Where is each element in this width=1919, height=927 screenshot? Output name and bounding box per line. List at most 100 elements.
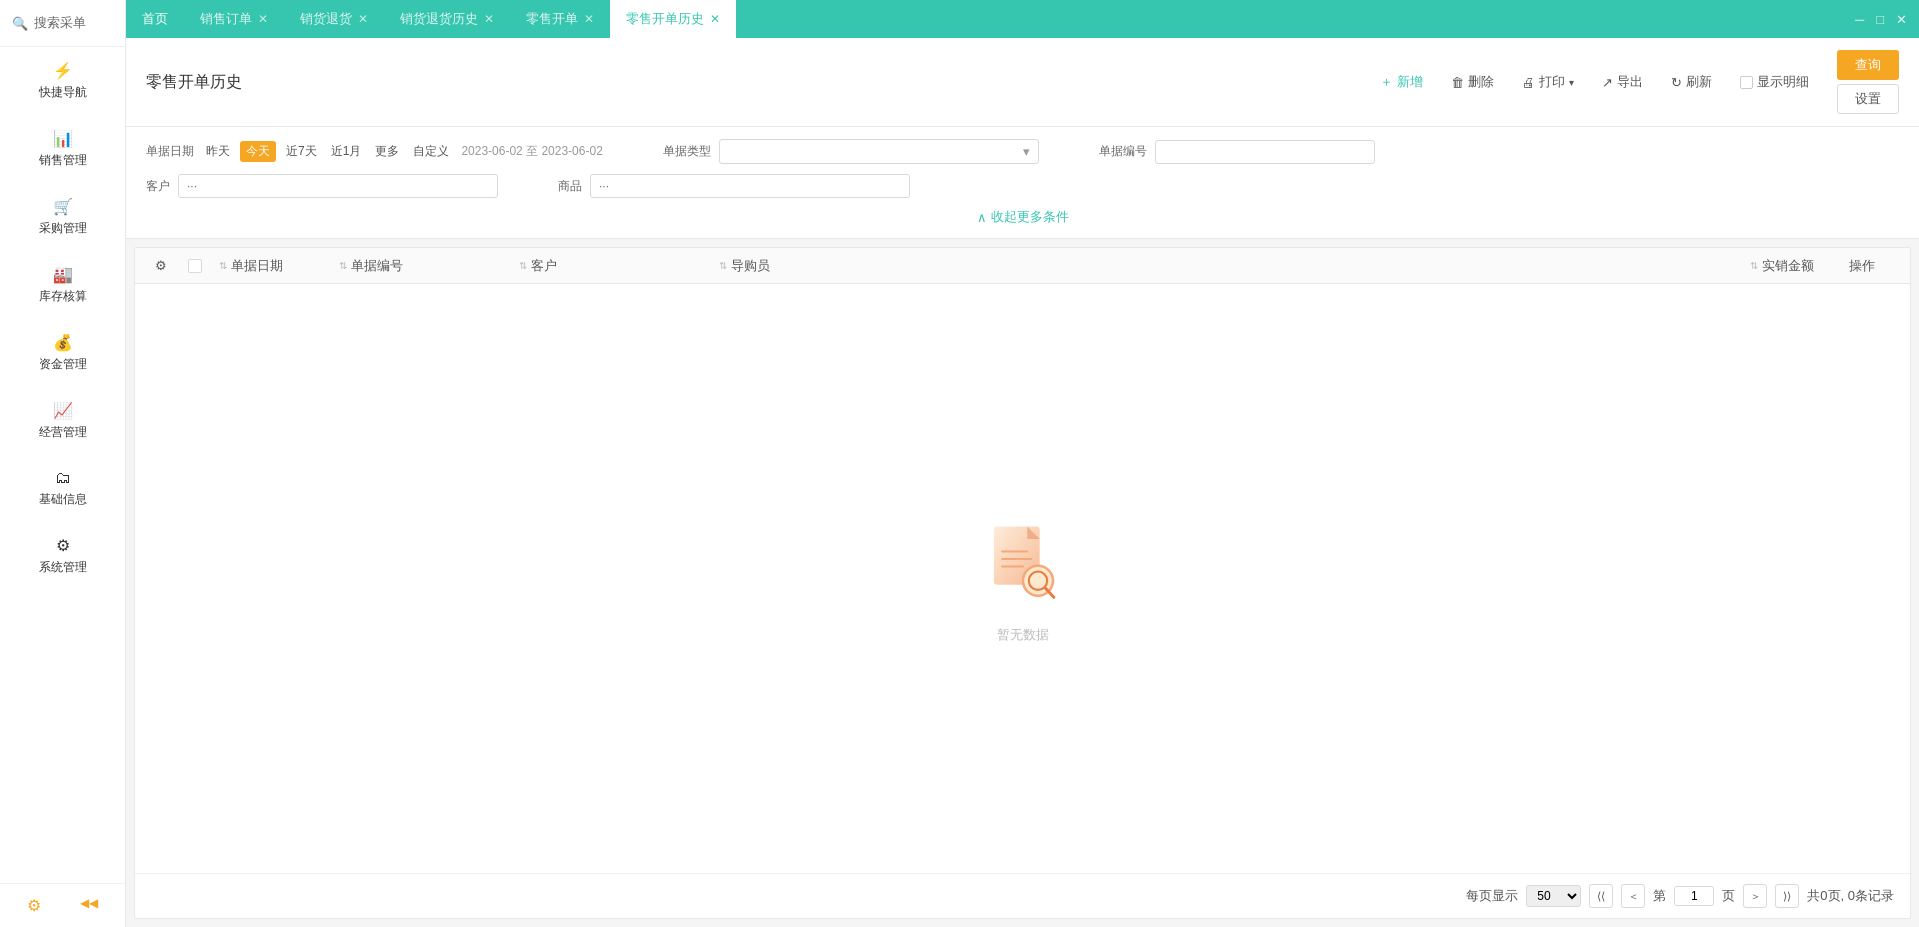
collapse-sidebar-icon[interactable]: ◀◀ bbox=[80, 896, 98, 915]
sidebar-item-label: 快捷导航 bbox=[39, 84, 87, 101]
delete-icon: 🗑 bbox=[1451, 75, 1464, 90]
sort-icon-customer[interactable]: ⇅ bbox=[519, 260, 527, 271]
page-next-btn[interactable]: ＞ bbox=[1743, 884, 1767, 908]
jingying-icon: 📈 bbox=[53, 401, 73, 420]
th-number-label: 单据编号 bbox=[351, 257, 403, 275]
main-area: 首页 销售订单 ✕ 销货退货 ✕ 销货退货历史 ✕ 零售开单 ✕ 零售开单历史 … bbox=[126, 0, 1919, 927]
sidebar-item-kuaijie[interactable]: ⚡ 快捷导航 bbox=[0, 47, 125, 115]
tab-sales-order-label: 销售订单 bbox=[200, 10, 252, 28]
page-number-input[interactable]: 1 bbox=[1674, 886, 1714, 906]
sidebar-item-jichu[interactable]: 🗂 基础信息 bbox=[0, 455, 125, 522]
sidebar-item-zijin[interactable]: 💰 资金管理 bbox=[0, 319, 125, 387]
collapse-bar[interactable]: ∧ 收起更多条件 bbox=[146, 208, 1899, 226]
content-area: 零售开单历史 ＋ 新增 🗑 删除 🖨 打印 ▾ ↗ 导出 bbox=[126, 38, 1919, 927]
th-checkbox[interactable] bbox=[179, 259, 211, 273]
tab-sales-return-history[interactable]: 销货退货历史 ✕ bbox=[384, 0, 510, 38]
empty-text: 暂无数据 bbox=[997, 626, 1049, 644]
column-settings-icon[interactable]: ⚙ bbox=[155, 258, 167, 273]
sort-icon-salesperson[interactable]: ⇅ bbox=[719, 260, 727, 271]
total-text: 共0页, 0条记录 bbox=[1807, 887, 1894, 905]
export-button[interactable]: ↗ 导出 bbox=[1594, 69, 1651, 95]
date-range-display: 2023-06-02 至 2023-06-02 bbox=[461, 143, 602, 160]
doc-number-input-wrap[interactable] bbox=[1155, 140, 1375, 164]
tab-retail-open-history[interactable]: 零售开单历史 ✕ bbox=[610, 0, 736, 38]
doc-type-filter-item: 单据类型 ▾ bbox=[663, 139, 1039, 164]
tab-sales-return-history-label: 销货退货历史 bbox=[400, 10, 478, 28]
tab-home-label: 首页 bbox=[142, 10, 168, 28]
sidebar-item-label: 经营管理 bbox=[39, 424, 87, 441]
add-icon: ＋ bbox=[1380, 73, 1393, 91]
collapse-icon: ∧ bbox=[977, 210, 987, 225]
tab-retail-open-label: 零售开单 bbox=[526, 10, 578, 28]
select-all-checkbox[interactable] bbox=[188, 259, 202, 273]
sidebar-search[interactable]: 🔍 搜索采单 bbox=[0, 0, 125, 47]
set-button[interactable]: 设置 bbox=[1837, 84, 1899, 114]
sort-icon-number[interactable]: ⇅ bbox=[339, 260, 347, 271]
tab-home[interactable]: 首页 bbox=[126, 0, 184, 38]
sidebar-item-jingying[interactable]: 📈 经营管理 bbox=[0, 387, 125, 455]
tab-close-icon[interactable]: ✕ bbox=[584, 12, 594, 26]
xitong-icon: ⚙ bbox=[56, 536, 70, 555]
th-settings[interactable]: ⚙ bbox=[143, 258, 179, 273]
print-icon: 🖨 bbox=[1522, 75, 1535, 90]
pagination: 每页显示 50 10 20 100 ⟨⟨ ＜ 第 1 页 ＞ ⟩⟩ 共0页, 0… bbox=[135, 873, 1910, 918]
tab-close-icon[interactable]: ✕ bbox=[258, 12, 268, 26]
tab-close-icon[interactable]: ✕ bbox=[710, 12, 720, 26]
checkbox-icon bbox=[1740, 76, 1753, 89]
date-shortcut-more[interactable]: 更多 bbox=[371, 141, 403, 162]
date-shortcut-yesterday[interactable]: 昨天 bbox=[202, 141, 234, 162]
sidebar-item-xitong[interactable]: ⚙ 系统管理 bbox=[0, 522, 125, 590]
date-shortcut-7days[interactable]: 近7天 bbox=[282, 141, 321, 162]
date-shortcut-custom[interactable]: 自定义 bbox=[409, 141, 453, 162]
sidebar-item-xiaoshou[interactable]: 📊 销售管理 bbox=[0, 115, 125, 183]
add-button[interactable]: ＋ 新增 bbox=[1372, 69, 1431, 95]
window-maximize-btn[interactable]: □ bbox=[1876, 12, 1884, 27]
page-first-btn[interactable]: ⟨⟨ bbox=[1589, 884, 1613, 908]
sidebar-item-kucun[interactable]: 🏭 库存核算 bbox=[0, 251, 125, 319]
window-minimize-btn[interactable]: ─ bbox=[1855, 12, 1864, 27]
customer-input-wrap[interactable] bbox=[178, 174, 498, 198]
doc-type-arrow-icon: ▾ bbox=[1023, 144, 1030, 159]
date-shortcut-today[interactable]: 今天 bbox=[240, 141, 276, 162]
tab-sales-return[interactable]: 销货退货 ✕ bbox=[284, 0, 384, 38]
tab-close-icon[interactable]: ✕ bbox=[358, 12, 368, 26]
sort-icon-amount[interactable]: ⇅ bbox=[1750, 260, 1758, 271]
refresh-button[interactable]: ↻ 刷新 bbox=[1663, 69, 1720, 95]
tab-sales-order[interactable]: 销售订单 ✕ bbox=[184, 0, 284, 38]
print-label: 打印 bbox=[1539, 73, 1565, 91]
date-shortcut-1month[interactable]: 近1月 bbox=[327, 141, 366, 162]
settings-bottom-icon[interactable]: ⚙ bbox=[27, 896, 41, 915]
th-amount-label: 实销金额 bbox=[1762, 257, 1814, 275]
page-last-btn[interactable]: ⟩⟩ bbox=[1775, 884, 1799, 908]
tab-retail-open[interactable]: 零售开单 ✕ bbox=[510, 0, 610, 38]
sidebar-item-caigou[interactable]: 🛒 采购管理 bbox=[0, 183, 125, 251]
kuaijie-icon: ⚡ bbox=[53, 61, 73, 80]
page-size-select[interactable]: 50 10 20 100 bbox=[1526, 885, 1581, 907]
doc-number-input[interactable] bbox=[1164, 145, 1366, 159]
sort-asc-icon[interactable]: ⇅ bbox=[219, 260, 227, 271]
sidebar-item-label: 基础信息 bbox=[39, 491, 87, 508]
tab-close-icon[interactable]: ✕ bbox=[484, 12, 494, 26]
query-button[interactable]: 查询 bbox=[1837, 50, 1899, 80]
toolbar: ＋ 新增 🗑 删除 🖨 打印 ▾ ↗ 导出 ↻ 刷新 bbox=[1372, 50, 1899, 114]
nav-window-controls: ─ □ ✕ bbox=[1855, 12, 1919, 27]
page-header: 零售开单历史 ＋ 新增 🗑 删除 🖨 打印 ▾ ↗ 导出 bbox=[126, 38, 1919, 127]
goods-input[interactable] bbox=[599, 179, 901, 193]
display-detail-toggle[interactable]: 显示明细 bbox=[1732, 69, 1817, 95]
doc-type-label: 单据类型 bbox=[663, 143, 711, 160]
goods-filter-item: 商品 bbox=[558, 174, 910, 198]
print-button[interactable]: 🖨 打印 ▾ bbox=[1514, 69, 1582, 95]
window-close-btn[interactable]: ✕ bbox=[1896, 12, 1907, 27]
sidebar-bottom: ⚙ ◀◀ bbox=[0, 883, 125, 927]
delete-label: 删除 bbox=[1468, 73, 1494, 91]
xiaoshou-icon: 📊 bbox=[53, 129, 73, 148]
customer-input[interactable] bbox=[187, 179, 489, 193]
display-detail-label: 显示明细 bbox=[1757, 73, 1809, 91]
page-prev-btn[interactable]: ＜ bbox=[1621, 884, 1645, 908]
table-header: ⚙ ⇅ 单据日期 ⇅ 单据编号 ⇅ 客户 ⇅ bbox=[135, 248, 1910, 284]
collapse-text: 收起更多条件 bbox=[991, 208, 1069, 226]
delete-button[interactable]: 🗑 删除 bbox=[1443, 69, 1502, 95]
filter-row-1: 单据日期 昨天 今天 近7天 近1月 更多 自定义 2023-06-02 至 2… bbox=[146, 139, 1899, 164]
doc-type-select[interactable]: ▾ bbox=[719, 139, 1039, 164]
goods-input-wrap[interactable] bbox=[590, 174, 910, 198]
